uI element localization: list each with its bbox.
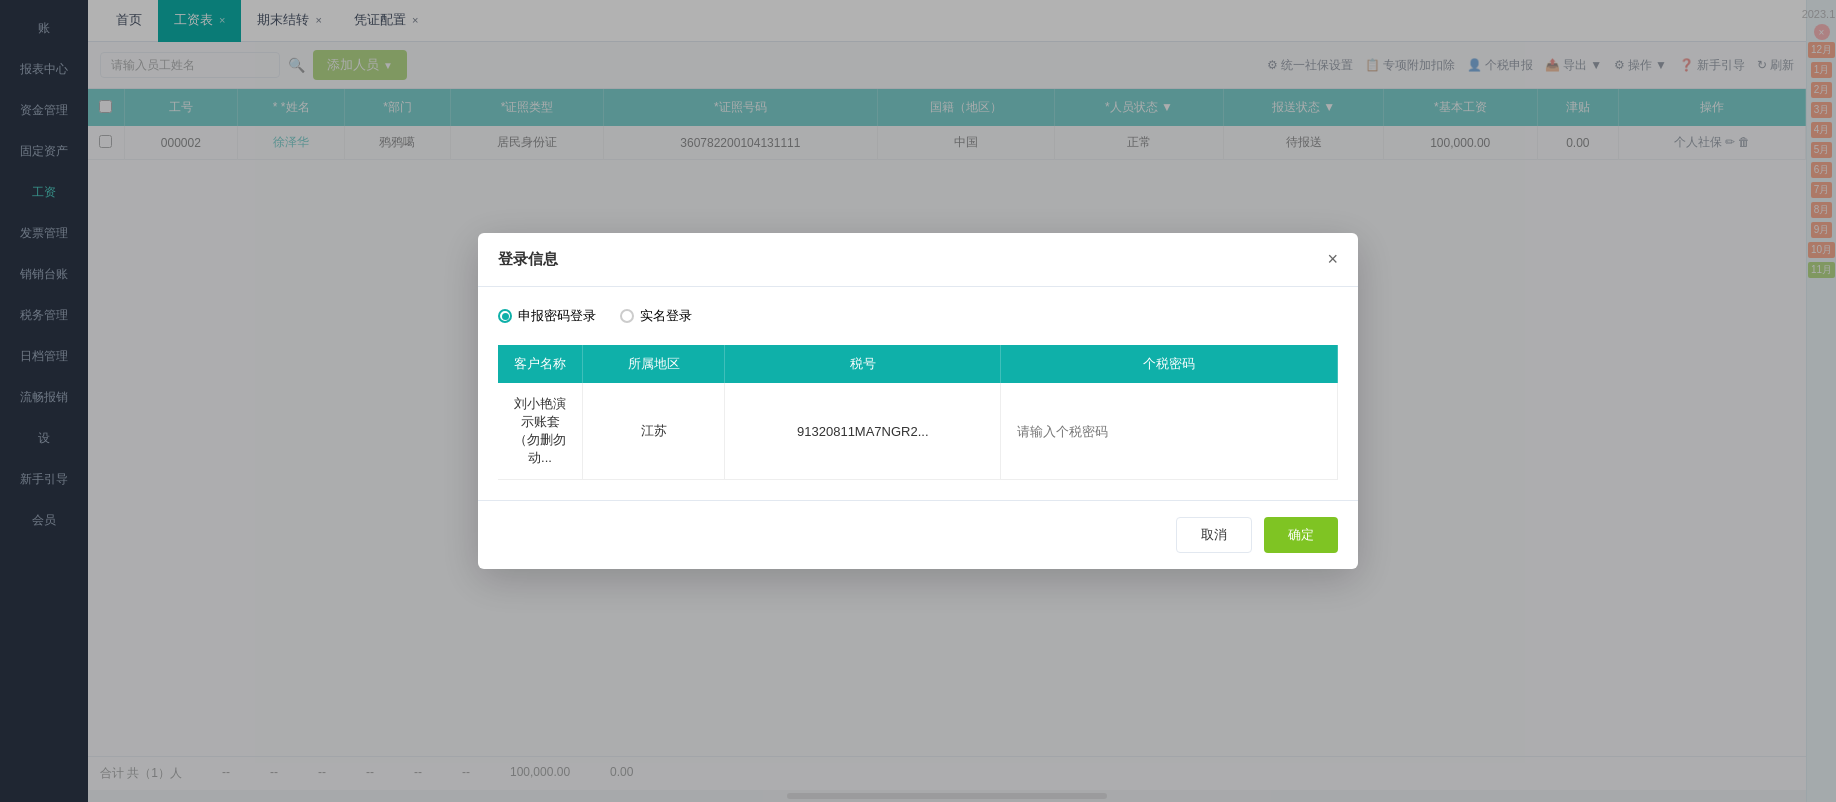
confirm-button[interactable]: 确定 <box>1264 517 1338 553</box>
modal-footer: 取消 确定 <box>478 500 1358 569</box>
modal-cell-password <box>1001 383 1338 480</box>
modal-cell-region: 江苏 <box>583 383 725 480</box>
modal-col-taxno: 税号 <box>725 345 1001 383</box>
modal-col-region: 所属地区 <box>583 345 725 383</box>
cancel-button[interactable]: 取消 <box>1176 517 1252 553</box>
radio-realname-login[interactable]: 实名登录 <box>620 307 692 325</box>
modal-header: 登录信息 × <box>478 233 1358 287</box>
modal-client-table: 客户名称 所属地区 税号 个税密码 刘小艳演示账套（勿删勿动... 江苏 913… <box>498 345 1338 480</box>
radio-password-dot <box>498 309 512 323</box>
modal-col-name: 客户名称 <box>498 345 583 383</box>
modal-close-button[interactable]: × <box>1327 249 1338 270</box>
login-info-modal: 登录信息 × 申报密码登录 实名登录 客户名称 所属地区 <box>478 233 1358 569</box>
individual-tax-password-input[interactable] <box>1017 424 1321 439</box>
radio-realname-dot <box>620 309 634 323</box>
modal-cell-name: 刘小艳演示账套（勿删勿动... <box>498 383 583 480</box>
radio-password-login[interactable]: 申报密码登录 <box>498 307 596 325</box>
modal-col-password: 个税密码 <box>1001 345 1338 383</box>
modal-overlay: 登录信息 × 申报密码登录 实名登录 客户名称 所属地区 <box>0 0 1836 802</box>
modal-cell-taxno: 91320811MA7NGR2... <box>725 383 1001 480</box>
modal-body: 申报密码登录 实名登录 客户名称 所属地区 税号 个税密码 <box>478 287 1358 500</box>
modal-table-row: 刘小艳演示账套（勿删勿动... 江苏 91320811MA7NGR2... <box>498 383 1338 480</box>
login-type-radio-group: 申报密码登录 实名登录 <box>498 307 1338 325</box>
modal-title: 登录信息 <box>498 250 558 269</box>
